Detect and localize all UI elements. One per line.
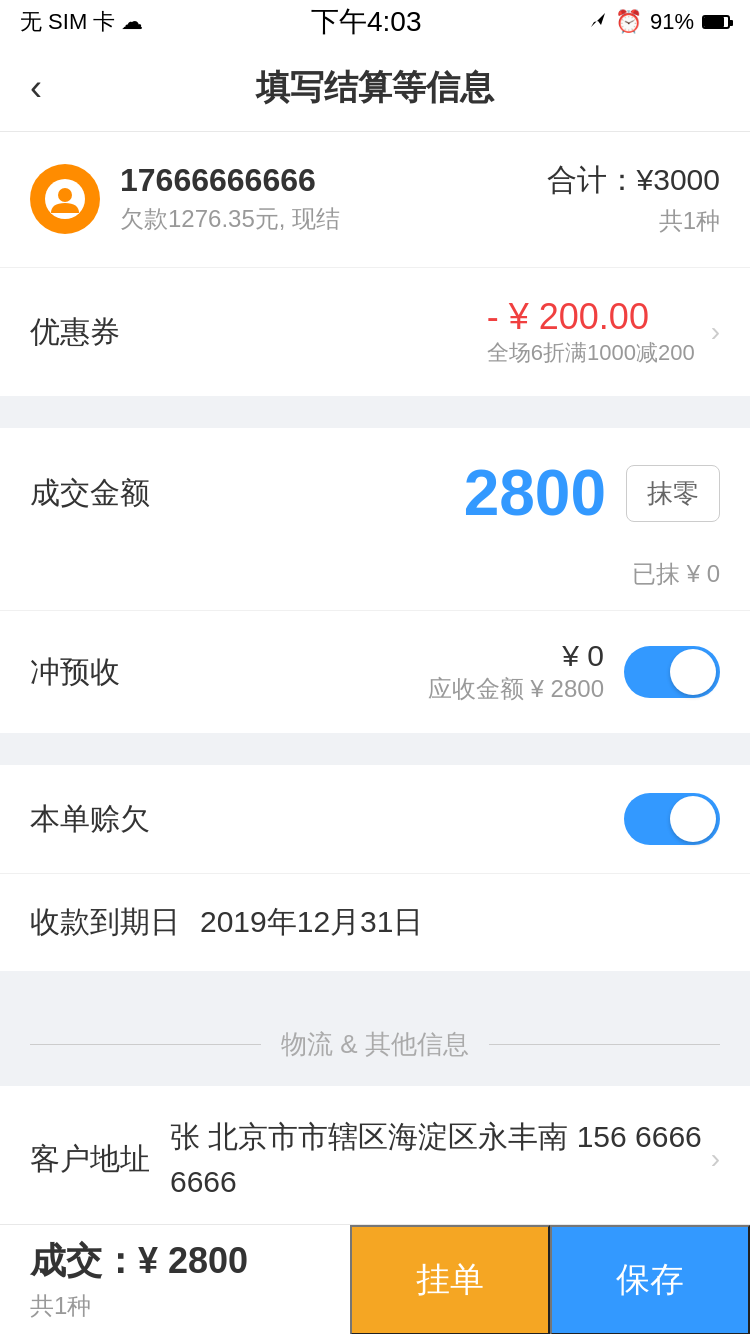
deal-right: 2800 抹零 [464, 456, 720, 530]
due-date-value: 2019年12月31日 [200, 902, 423, 943]
address-label: 客户地址 [30, 1139, 150, 1180]
pre-receive-right: ¥ 0 应收金额 ¥ 2800 [428, 639, 720, 705]
battery-percent: 91% [650, 9, 694, 35]
avatar [30, 164, 100, 234]
coupon-desc: 全场6折满1000减200 [487, 338, 695, 368]
round-off-button[interactable]: 抹零 [626, 465, 720, 522]
status-left: 无 SIM 卡 ☁ [20, 7, 143, 37]
due-date-label: 收款到期日 [30, 902, 180, 943]
due-date-row: 收款到期日 2019年12月31日 [0, 873, 750, 971]
deal-card: 成交金额 2800 抹零 已抹 ¥ 0 冲预收 ¥ 0 应收金额 ¥ 2800 [0, 428, 750, 733]
pre-amount-block: ¥ 0 应收金额 ¥ 2800 [428, 639, 604, 705]
pre-sub: 应收金额 ¥ 2800 [428, 673, 604, 705]
toggle-knob [670, 649, 716, 695]
coupon-right: - ¥ 200.00 全场6折满1000减200 › [487, 296, 720, 368]
deal-sub: 已抹 ¥ 0 [0, 558, 750, 610]
alarm-icon: ⏰ [615, 9, 642, 35]
deal-row: 成交金额 2800 抹零 [0, 428, 750, 558]
back-button[interactable]: ‹ [30, 67, 42, 109]
coupon-label: 优惠券 [30, 312, 487, 353]
pre-receive-label: 冲预收 [30, 652, 428, 693]
debt-label: 本单赊欠 [30, 799, 624, 840]
sim-signal: 无 SIM 卡 ☁ [20, 7, 143, 37]
address-chevron-icon: › [711, 1143, 720, 1175]
user-info-text: 17666666666 欠款1276.35元, 现结 [120, 162, 547, 235]
amount-total: 合计：¥3000 [547, 160, 720, 201]
status-bar: 无 SIM 卡 ☁ 下午4:03 ⏰ 91% [0, 0, 750, 44]
user-info-card: 17666666666 欠款1276.35元, 现结 合计：¥3000 共1种 … [0, 132, 750, 396]
debt-card: 本单赊欠 收款到期日 2019年12月31日 [0, 765, 750, 971]
section-divider-2 [0, 749, 750, 765]
pre-amount: ¥ 0 [428, 639, 604, 673]
section-divider-3 [0, 987, 750, 1003]
deal-amount: 2800 [464, 456, 606, 530]
deal-label: 成交金额 [30, 473, 464, 514]
debt-toggle[interactable] [624, 793, 720, 845]
status-time: 下午4:03 [311, 3, 422, 41]
bottom-deal-row: 成交：¥ 2800 [30, 1237, 320, 1286]
user-amount: 合计：¥3000 共1种 [547, 160, 720, 237]
user-phone: 17666666666 [120, 162, 547, 199]
user-subtext: 欠款1276.35元, 现结 [120, 203, 547, 235]
debt-toggle-knob [670, 796, 716, 842]
page-title: 填写结算等信息 [256, 65, 494, 111]
amount-count: 共1种 [547, 205, 720, 237]
status-right: ⏰ 91% [589, 9, 730, 35]
address-value: 张 北京市市辖区海淀区永丰南 156 6666 6666 [170, 1114, 703, 1204]
chevron-right-icon: › [711, 316, 720, 348]
address-card: 客户地址 张 北京市市辖区海淀区永丰南 156 6666 6666 › [0, 1086, 750, 1232]
address-row[interactable]: 客户地址 张 北京市市辖区海淀区永丰南 156 6666 6666 › [0, 1086, 750, 1232]
nav-bar: ‹ 填写结算等信息 [0, 44, 750, 132]
logistics-line-right [489, 1044, 720, 1045]
coupon-amount: - ¥ 200.00 [487, 296, 695, 338]
debt-row: 本单赊欠 [0, 765, 750, 873]
bottom-bar: 成交：¥ 2800 共1种 挂单 保存 [0, 1224, 750, 1334]
coupon-row[interactable]: 优惠券 - ¥ 200.00 全场6折满1000减200 › [0, 267, 750, 396]
battery-bar [702, 15, 730, 29]
svg-point-0 [58, 188, 72, 202]
avatar-icon [45, 179, 85, 219]
pre-receive-row: 冲预收 ¥ 0 应收金额 ¥ 2800 [0, 610, 750, 733]
pre-receive-toggle[interactable] [624, 646, 720, 698]
bottom-summary: 成交：¥ 2800 共1种 [0, 1237, 350, 1322]
battery-icon [589, 9, 607, 35]
bottom-deal-label: 成交： [30, 1240, 138, 1281]
logistics-title: 物流 & 其他信息 [281, 1027, 469, 1062]
bottom-count: 共1种 [30, 1290, 320, 1322]
user-row: 17666666666 欠款1276.35元, 现结 合计：¥3000 共1种 [0, 132, 750, 265]
bottom-deal-amount: ¥ 2800 [138, 1240, 248, 1281]
logistics-header: 物流 & 其他信息 [0, 1003, 750, 1086]
section-divider-1 [0, 412, 750, 428]
hold-button[interactable]: 挂单 [350, 1225, 550, 1335]
save-button[interactable]: 保存 [550, 1225, 750, 1335]
content-area: 17666666666 欠款1276.35元, 现结 合计：¥3000 共1种 … [0, 132, 750, 1334]
logistics-line-left [30, 1044, 261, 1045]
